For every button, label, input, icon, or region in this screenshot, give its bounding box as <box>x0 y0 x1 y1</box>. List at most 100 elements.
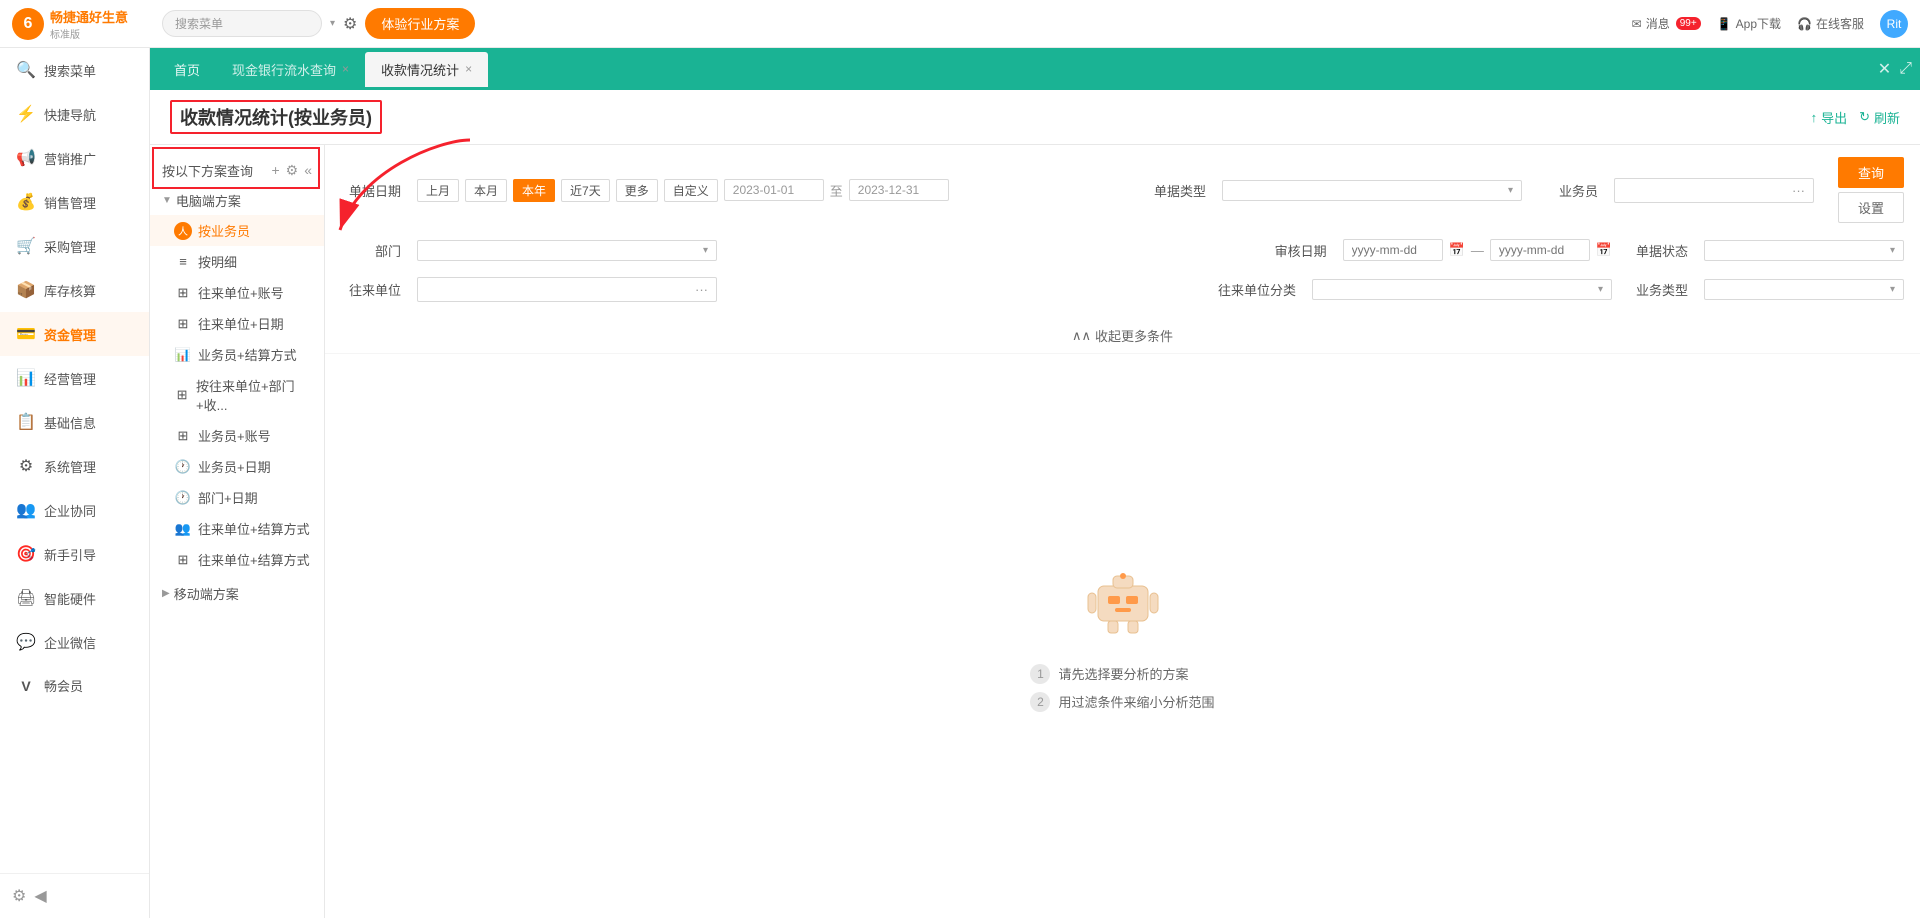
collapse-btn[interactable]: ∧∧ 收起更多条件 <box>325 318 1920 353</box>
review-date-from[interactable] <box>1343 239 1443 261</box>
scheme-group-desktop: ▼ 电脑端方案 人 按业务员 ≡ 按明细 ⊞ 往来单位+账号 <box>150 186 324 575</box>
sidebar-item-member[interactable]: V 畅会员 <box>0 664 149 707</box>
message-badge: 99+ <box>1676 17 1701 30</box>
scheme-salesman-icon: 人 <box>174 222 192 240</box>
basic-icon: 📋 <box>16 412 36 432</box>
header-settings-icon[interactable]: ⚙ <box>343 14 357 34</box>
sidebar-item-hardware[interactable]: 🖨 智能硬件 <box>0 576 149 620</box>
review-date-label: 审核日期 <box>1267 241 1327 260</box>
sidebar-item-basic[interactable]: 📋 基础信息 <box>0 400 149 444</box>
scheme-item-salesman-date[interactable]: 🕐 业务员+日期 <box>150 451 324 482</box>
date-btn-this-month[interactable]: 本月 <box>465 179 507 202</box>
scheme-collapse-btn[interactable]: « <box>304 162 312 179</box>
tab-bar-right: ✕ ⤢ <box>1878 59 1912 79</box>
date-btn-7days[interactable]: 近7天 <box>561 179 610 202</box>
date-from-input[interactable] <box>724 179 824 201</box>
trial-btn[interactable]: 体验行业方案 <box>365 8 475 39</box>
scheme-item-partner-dept[interactable]: ⊞ 按往来单位+部门+收... <box>150 370 324 420</box>
export-btn[interactable]: ↑ 导出 <box>1811 108 1848 127</box>
scheme-item-salesman[interactable]: 人 按业务员 <box>150 215 324 246</box>
hint-text-2: 用过滤条件来缩小分析范围 <box>1058 692 1214 711</box>
date-to-input[interactable] <box>849 179 949 201</box>
sidebar-item-guide[interactable]: 🎯 新手引导 <box>0 532 149 576</box>
sidebar-item-system[interactable]: ⚙ 系统管理 <box>0 444 149 488</box>
filter-container: 单据日期 上月 本月 本年 近7天 更多 自定义 至 <box>325 145 1920 353</box>
bill-status-select[interactable]: ▾ <box>1704 240 1904 261</box>
online-service-btn[interactable]: 🎧 在线客服 <box>1797 15 1864 32</box>
sidebar-item-finance[interactable]: 💳 资金管理 <box>0 312 149 356</box>
review-date-to[interactable] <box>1490 239 1590 261</box>
scheme-settings-btn[interactable]: ⚙ <box>286 162 299 179</box>
sidebar-collapse-btn[interactable]: ◀ <box>34 886 46 906</box>
tab-home[interactable]: 首页 <box>158 52 216 87</box>
set-btn[interactable]: 设置 <box>1838 192 1904 223</box>
app-download-btn[interactable]: 📱 App下载 <box>1717 15 1781 32</box>
date-btn-last-month[interactable]: 上月 <box>417 179 459 202</box>
sidebar-item-search[interactable]: 🔍 搜索菜单 <box>0 48 149 92</box>
nav-dropdown-arrow[interactable]: ▾ <box>330 18 335 29</box>
sidebar-item-marketing[interactable]: 📢 营销推广 <box>0 136 149 180</box>
sidebar-item-label-wechat: 企业微信 <box>44 633 96 652</box>
hardware-icon: 🖨 <box>16 588 36 608</box>
user-avatar[interactable]: Rit <box>1880 10 1908 38</box>
dept-select[interactable]: ▾ <box>417 240 717 261</box>
guide-icon: 🎯 <box>16 544 36 564</box>
scheme-dept-date-label: 部门+日期 <box>198 488 258 507</box>
scheme-item-partner-settle2[interactable]: ⊞ 往来单位+结算方式 <box>150 544 324 575</box>
scheme-item-partner-settle1[interactable]: 👥 往来单位+结算方式 <box>150 513 324 544</box>
scheme-item-partner-date[interactable]: ⊞ 往来单位+日期 <box>150 308 324 339</box>
salesman-select[interactable]: ··· <box>1614 178 1814 203</box>
sidebar-item-quicknav[interactable]: ⚡ 快捷导航 <box>0 92 149 136</box>
sidebar-item-collab[interactable]: 👥 企业协同 <box>0 488 149 532</box>
date-btn-more[interactable]: 更多 <box>616 179 658 202</box>
scheme-partner-date-icon: ⊞ <box>174 316 192 332</box>
bill-type-select[interactable]: ▾ <box>1222 180 1522 201</box>
partner-category-select[interactable]: ▾ <box>1312 279 1612 300</box>
review-date-cal1[interactable]: 📅 <box>1449 242 1465 258</box>
message-btn[interactable]: ✉ 消息 99+ <box>1632 15 1701 32</box>
sidebar-item-purchase[interactable]: 🛒 采购管理 <box>0 224 149 268</box>
sidebar-item-label-finance: 资金管理 <box>44 325 96 344</box>
review-date-cal2[interactable]: 📅 <box>1596 242 1612 258</box>
partner-more[interactable]: ··· <box>695 282 708 297</box>
sidebar-item-label-search: 搜索菜单 <box>44 61 96 80</box>
sidebar-settings-btn[interactable]: ⚙ <box>12 886 26 906</box>
scheme-item-detail[interactable]: ≡ 按明细 <box>150 246 324 277</box>
window-close-btn[interactable]: ✕ <box>1878 59 1891 79</box>
tab-receipt-stats-close[interactable]: × <box>465 62 472 76</box>
date-btn-custom[interactable]: 自定义 <box>664 179 718 202</box>
tab-bank-flow-close[interactable]: × <box>342 62 349 76</box>
tab-bank-flow[interactable]: 现金银行流水查询 × <box>216 52 365 87</box>
sidebar-item-sales[interactable]: 💰 销售管理 <box>0 180 149 224</box>
scheme-mobile-title[interactable]: ▶ 移动端方案 <box>150 579 324 608</box>
salesman-more-icon[interactable]: ··· <box>1792 183 1805 198</box>
sidebar-item-wechat[interactable]: 💬 企业微信 <box>0 620 149 664</box>
review-date-separator: — <box>1471 243 1484 258</box>
sidebar-item-inventory[interactable]: 📦 库存核算 <box>0 268 149 312</box>
refresh-label: 刷新 <box>1874 108 1900 127</box>
date-btn-this-year[interactable]: 本年 <box>513 179 555 202</box>
system-icon: ⚙ <box>16 456 36 476</box>
biz-type-select[interactable]: ▾ <box>1704 279 1904 300</box>
collab-icon: 👥 <box>16 500 36 520</box>
logo-icon: 6 <box>12 8 44 40</box>
partner-select[interactable]: ··· <box>417 277 717 302</box>
sidebar-item-label-quicknav: 快捷导航 <box>44 105 96 124</box>
scheme-salesman-account-label: 业务员+账号 <box>198 426 271 445</box>
query-btn[interactable]: 查询 <box>1838 157 1904 188</box>
sidebar-item-operation[interactable]: 📊 经营管理 <box>0 356 149 400</box>
tab-receipt-stats[interactable]: 收款情况统计 × <box>365 52 488 87</box>
scheme-add-btn[interactable]: + <box>271 162 279 179</box>
sidebar-item-label-marketing: 营销推广 <box>44 149 96 168</box>
window-maximize-btn[interactable]: ⤢ <box>1899 60 1912 78</box>
date-separator: 至 <box>830 181 843 200</box>
scheme-item-salesman-settle[interactable]: 📊 业务员+结算方式 <box>150 339 324 370</box>
refresh-btn[interactable]: ↻ 刷新 <box>1859 108 1900 127</box>
scheme-item-dept-date[interactable]: 🕐 部门+日期 <box>150 482 324 513</box>
biz-type-chevron: ▾ <box>1890 284 1895 295</box>
scheme-desktop-title[interactable]: ▼ 电脑端方案 <box>150 186 324 215</box>
scheme-item-salesman-account[interactable]: ⊞ 业务员+账号 <box>150 420 324 451</box>
scheme-item-partner-account[interactable]: ⊞ 往来单位+账号 <box>150 277 324 308</box>
logo-text: 畅捷通好生意 <box>50 7 128 26</box>
wechat-icon: 💬 <box>16 632 36 652</box>
